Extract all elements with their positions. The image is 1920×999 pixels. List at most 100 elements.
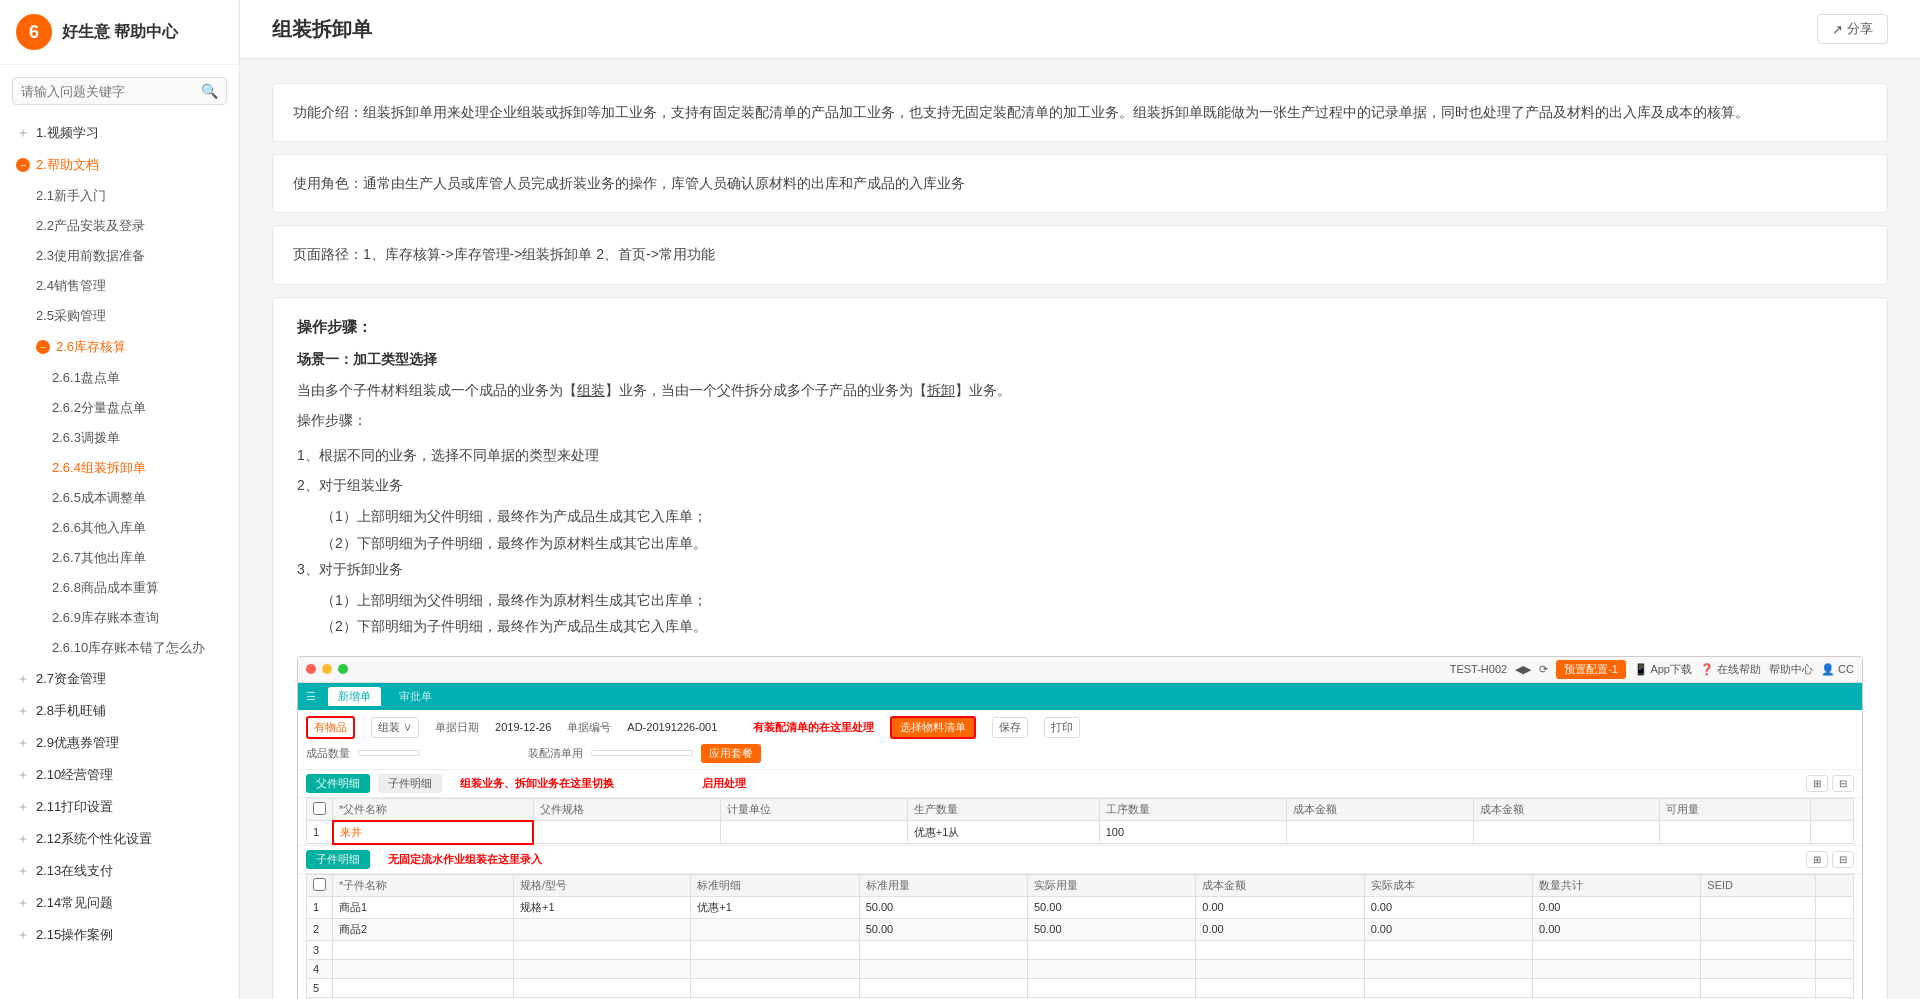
cell-spec <box>533 821 720 844</box>
sidebar-item-2-6-3[interactable]: 2.6.3调拨单 <box>0 423 239 453</box>
step3-sub2: （2）下部明细为子件明细，最终作为产成品生成其它入库单。 <box>297 613 1863 640</box>
table2-container: *子件名称 规格/型号 标准明细 标准用量 实际用量 成本金额 实际成本 数量共… <box>298 874 1862 999</box>
sidebar-item-2-5[interactable]: 2.5采购管理 <box>0 301 239 331</box>
date-value: 2019-12-26 <box>495 721 551 733</box>
table-row: 2 商品2 50.00 50.00 0.00 0.00 0.00 <box>307 918 1854 940</box>
col-std-qty: 标准用量 <box>859 874 1027 896</box>
expand-icon: ＋ <box>16 862 30 880</box>
sub-label: 2.2产品安装及登录 <box>36 217 145 235</box>
col-seid: SEID <box>1701 874 1815 896</box>
sidebar-item-2-6[interactable]: － 2.6库存核算 <box>0 331 239 363</box>
sidebar-item-2-10[interactable]: ＋ 2.10经营管理 <box>0 759 239 791</box>
sub-label: 2.6.3调拨单 <box>52 429 120 447</box>
process-tab-1[interactable]: 父件明细 <box>306 774 370 793</box>
sidebar-item-label: 2.12系统个性化设置 <box>36 830 152 848</box>
print-btn[interactable]: 打印 <box>1044 717 1080 738</box>
share-button[interactable]: ↗ 分享 <box>1817 14 1888 44</box>
sub-label: 2.5采购管理 <box>36 307 106 325</box>
sidebar-item-2-1[interactable]: 2.1新手入门 <box>0 181 239 211</box>
sidebar-item-2-6-6[interactable]: 2.6.6其他入库单 <box>0 513 239 543</box>
logo-icon: 6 <box>16 14 52 50</box>
app-title: 好生意 帮助中心 <box>62 22 178 43</box>
screenshot-container: TEST-H002 ◀▶ ⟳ 预置配置-1 📱 App下载 ❓ 在线帮助 帮助中… <box>297 656 1863 999</box>
search-input[interactable] <box>21 84 201 99</box>
sidebar-item-2-6-1[interactable]: 2.6.1盘点单 <box>0 363 239 393</box>
user-icon: 👤 CC <box>1821 663 1854 676</box>
col-sub-action <box>1815 874 1853 896</box>
nav-icon: ◀▶ <box>1515 663 1531 676</box>
sub-ctrl-2[interactable]: ⊟ <box>1832 851 1854 868</box>
sidebar-item-2-2[interactable]: 2.2产品安装及登录 <box>0 211 239 241</box>
type-other[interactable]: 组装 ∨ <box>371 717 419 738</box>
sidebar-item-2-6-8[interactable]: 2.6.8商品成本重算 <box>0 573 239 603</box>
search-icon[interactable]: 🔍 <box>201 83 218 99</box>
sidebar-item-label: 2.9优惠券管理 <box>36 734 119 752</box>
sidebar-item-2-13[interactable]: ＋ 2.13在线支付 <box>0 855 239 887</box>
apply-bom-btn[interactable]: 应用套餐 <box>701 744 761 763</box>
col-total-qty: 数量共计 <box>1532 874 1700 896</box>
sub-table-header-area: 子件明细 无固定流水作业组装在这里录入 ⊞ ⊟ <box>298 845 1862 874</box>
select-all-check[interactable] <box>313 802 326 815</box>
cell-unit <box>720 821 907 844</box>
cell-seq-qty: 100 <box>1099 821 1286 844</box>
sidebar-item-docs[interactable]: － 2.帮助文档 <box>0 149 239 181</box>
quantity-label: 成品数量 <box>306 746 350 761</box>
cell-check: 1 <box>307 821 333 844</box>
tab-new[interactable]: 新增单 <box>328 687 381 706</box>
sidebar-item-2-6-2[interactable]: 2.6.2分量盘点单 <box>0 393 239 423</box>
sidebar-item-2-14[interactable]: ＋ 2.14常见问题 <box>0 887 239 919</box>
col-check2 <box>307 874 333 896</box>
table-ctrl-1[interactable]: ⊞ <box>1806 775 1828 792</box>
table-ctrl-2[interactable]: ⊟ <box>1832 775 1854 792</box>
cell-sub-name: 商品1 <box>333 896 514 918</box>
sidebar-item-label: 1.视频学习 <box>36 124 99 142</box>
role-text: 使用角色：通常由生产人员或库管人员完成折装业务的操作，库管人员确认原材料的出库和… <box>293 175 965 191</box>
sidebar-item-2-3[interactable]: 2.3使用前数据准备 <box>0 241 239 271</box>
sidebar-item-2-6-10[interactable]: 2.6.10库存账本错了怎么办 <box>0 633 239 663</box>
sub-label: 2.6.8商品成本重算 <box>52 579 159 597</box>
sidebar-item-2-4[interactable]: 2.4销售管理 <box>0 271 239 301</box>
sidebar-item-video[interactable]: ＋ 1.视频学习 <box>0 117 239 149</box>
annotation-3: 组装业务、拆卸业务在这里切换 <box>460 776 614 791</box>
sub-tab-1[interactable]: 子件明细 <box>306 850 370 869</box>
select-bom-btn[interactable]: 选择物料清单 <box>890 716 976 739</box>
sub-ctrl-1[interactable]: ⊞ <box>1806 851 1828 868</box>
order-label: 单据编号 <box>567 720 611 735</box>
sidebar-item-2-6-9[interactable]: 2.6.9库存账本查询 <box>0 603 239 633</box>
sidebar-item-2-11[interactable]: ＋ 2.11打印设置 <box>0 791 239 823</box>
col-check <box>307 798 333 821</box>
save-btn[interactable]: 保存 <box>992 717 1028 738</box>
table-row: 4 <box>307 959 1854 978</box>
sidebar-item-2-6-7[interactable]: 2.6.7其他出库单 <box>0 543 239 573</box>
sub-table: *子件名称 规格/型号 标准明细 标准用量 实际用量 成本金额 实际成本 数量共… <box>306 874 1854 999</box>
sidebar-item-2-6-4[interactable]: 2.6.4组装拆卸单 <box>0 453 239 483</box>
sidebar-item-2-8[interactable]: ＋ 2.8手机旺铺 <box>0 695 239 727</box>
tab-approval[interactable]: 审批单 <box>389 687 442 706</box>
sub-label: 2.6.9库存账本查询 <box>52 609 159 627</box>
bom-input <box>591 750 693 756</box>
intro-section: 功能介绍：组装拆卸单用来处理企业组装或拆卸等加工业务，支持有固定装配清单的产品加… <box>272 83 1888 142</box>
scenario-label: 场景一：加工类型选择 <box>297 351 437 367</box>
parent-table: *父件名称 父件规格 计量单位 生产数量 工序数量 成本金额 成本金额 可用量 <box>306 798 1854 845</box>
date-label: 单据日期 <box>435 720 479 735</box>
search-box[interactable]: 🔍 <box>12 77 227 105</box>
sidebar-item-2-9[interactable]: ＋ 2.9优惠券管理 <box>0 727 239 759</box>
step2: 2、对于组装业务 <box>297 472 1863 499</box>
col-sub-name: *子件名称 <box>333 874 514 896</box>
sidebar-item-2-6-5[interactable]: 2.6.5成本调整单 <box>0 483 239 513</box>
sidebar-item-2-7[interactable]: ＋ 2.7资金管理 <box>0 663 239 695</box>
sidebar-item-2-12[interactable]: ＋ 2.12系统个性化设置 <box>0 823 239 855</box>
order-value: AD-20191226-001 <box>627 721 717 733</box>
process-tab-2[interactable]: 子件明细 <box>378 774 442 793</box>
table1-container: *父件名称 父件规格 计量单位 生产数量 工序数量 成本金额 成本金额 可用量 <box>298 798 1862 845</box>
main-content-area: 组装拆卸单 ↗ 分享 功能介绍：组装拆卸单用来处理企业组装或拆卸等加工业务，支持… <box>240 0 1920 999</box>
refresh-icon: ⟳ <box>1539 663 1548 676</box>
bom-field-label: 装配清单用 <box>528 746 583 761</box>
sub-label: 2.6.10库存账本错了怎么办 <box>52 639 205 657</box>
sidebar-toggle-icon[interactable]: ☰ <box>306 690 316 703</box>
type-selector[interactable]: 有物品 <box>306 716 355 739</box>
col-act-cost: 实际成本 <box>1364 874 1532 896</box>
select-all-check2[interactable] <box>313 878 326 891</box>
bom-btn[interactable]: 预置配置-1 <box>1556 660 1626 679</box>
sidebar-item-2-15[interactable]: ＋ 2.15操作案例 <box>0 919 239 951</box>
